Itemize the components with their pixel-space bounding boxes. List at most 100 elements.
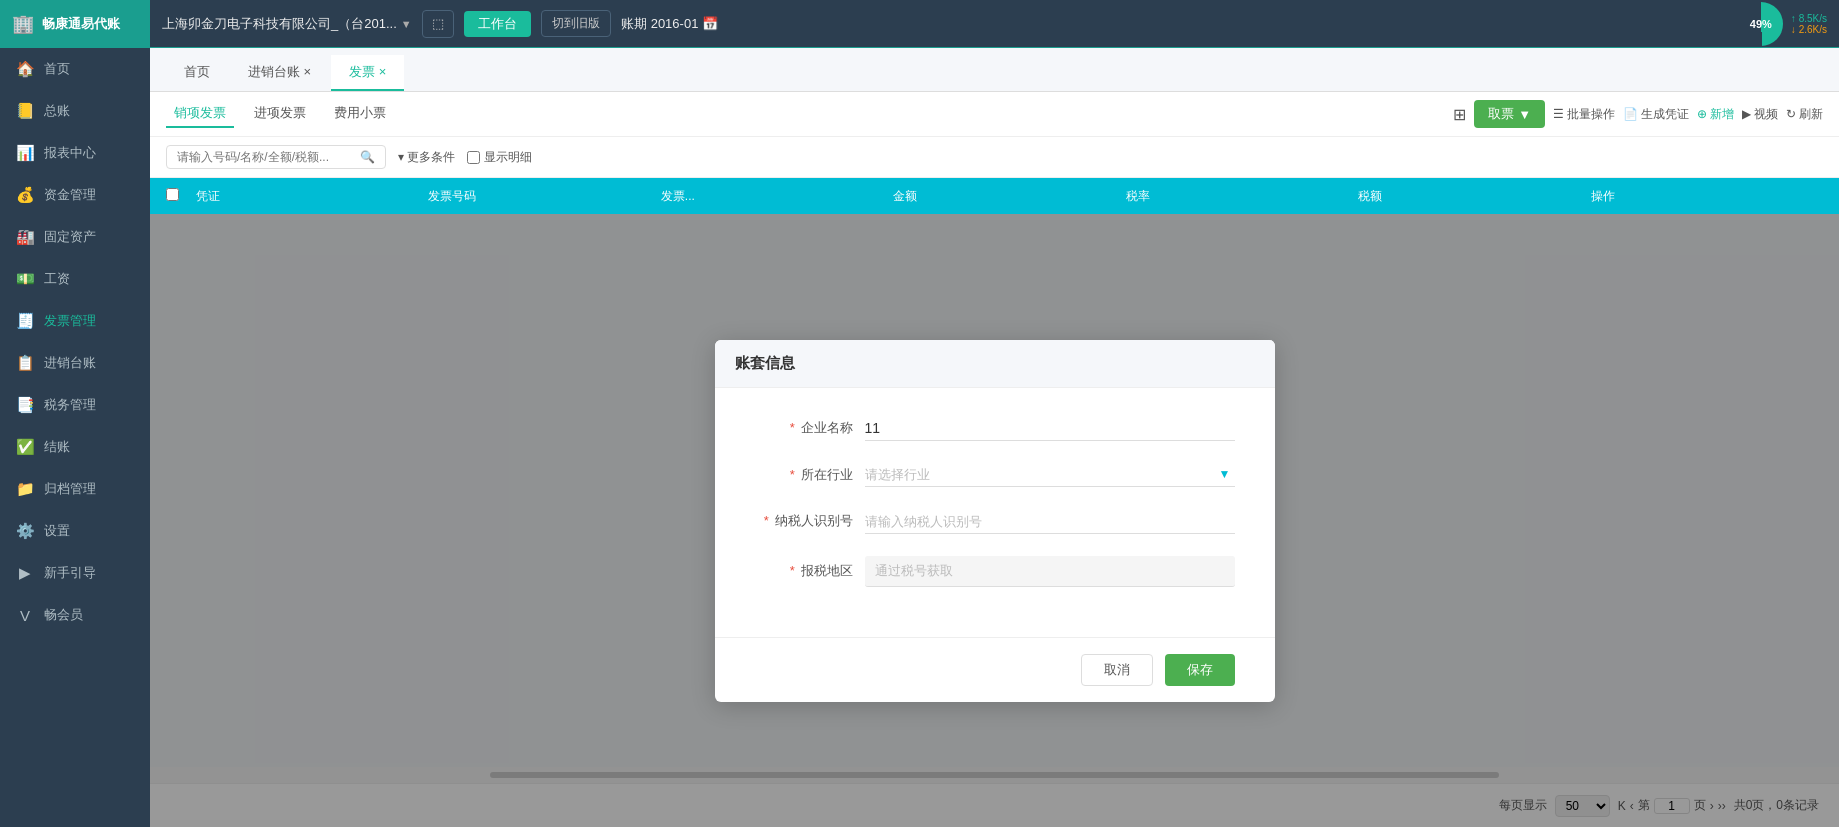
assets-icon: 🏭 (16, 228, 34, 246)
new-icon: ⊕ (1697, 107, 1707, 121)
video-icon: ▶ (1742, 107, 1751, 121)
batch-op-icon: ☰ (1553, 107, 1564, 121)
sidebar-item-label: 报表中心 (44, 144, 96, 162)
dialog-body: * 企业名称 * 所在行业 请选择行业 (715, 388, 1275, 637)
th-tax-rate: 税率 (1126, 188, 1358, 205)
sidebar-item-member[interactable]: V 畅会员 (0, 594, 150, 636)
speed-info: ↑ 8.5K/s ↓ 2.6K/s (1791, 13, 1827, 35)
sub-tab-expense-slip[interactable]: 费用小票 (326, 100, 394, 128)
app-name: 畅康通易代账 (42, 15, 120, 33)
th-invoice-detail: 发票... (661, 188, 893, 205)
main-content: 上海卯金刀电子科技有限公司_（台201... ▼ ⬚ 工作台 切到旧版 账期 2… (150, 0, 1839, 827)
sidebar-item-label: 归档管理 (44, 480, 96, 498)
cancel-button[interactable]: 取消 (1081, 654, 1153, 686)
search-icon[interactable]: 🔍 (360, 150, 375, 164)
company-name-label: * 企业名称 (755, 419, 865, 437)
sidebar-item-general-ledger[interactable]: 📒 总账 (0, 90, 150, 132)
sidebar-item-label: 工资 (44, 270, 70, 288)
salary-icon: 💵 (16, 270, 34, 288)
th-actions: 操作 (1591, 188, 1823, 205)
speed-percent: 49% (1750, 18, 1772, 30)
tax-id-input[interactable] (865, 509, 1235, 534)
copy-icon: ⬚ (432, 16, 444, 31)
dialog-footer: 取消 保存 (715, 637, 1275, 702)
sub-tab-sales-invoice[interactable]: 销项发票 (166, 100, 234, 128)
more-filters-button[interactable]: ▾ 更多条件 (398, 149, 455, 166)
tab-invoice[interactable]: 发票 × (331, 55, 404, 91)
sub-actions: ⊞ 取票 ▼ ☰ 批量操作 📄 生成凭证 ⊕ 新增 ▶ 视频 ↻ (1453, 100, 1823, 128)
company-name-row: * 企业名称 (755, 416, 1235, 441)
filter-row: 🔍 ▾ 更多条件 显示明细 (150, 137, 1839, 178)
sidebar-item-label: 结账 (44, 438, 70, 456)
sidebar-item-label: 发票管理 (44, 312, 96, 330)
dialog-title: 账套信息 (715, 340, 1275, 388)
sidebar-item-label: 总账 (44, 102, 70, 120)
sidebar-item-settlement[interactable]: ✅ 结账 (0, 426, 150, 468)
nav-tabs: 首页 进销台账 × 发票 × (150, 48, 1839, 92)
grid-view-icon[interactable]: ⊞ (1453, 105, 1466, 124)
select-all-checkbox[interactable] (166, 188, 179, 201)
copy-icon-btn[interactable]: ⬚ (422, 10, 454, 38)
th-voucher: 凭证 (196, 188, 428, 205)
sidebar-item-assets[interactable]: 🏭 固定资产 (0, 216, 150, 258)
sidebar-item-archive[interactable]: 📁 归档管理 (0, 468, 150, 510)
gen-voucher-button[interactable]: 📄 生成凭证 (1623, 106, 1689, 123)
sidebar-item-label: 固定资产 (44, 228, 96, 246)
refresh-button[interactable]: ↻ 刷新 (1786, 106, 1823, 123)
search-input[interactable] (177, 150, 354, 164)
calendar-icon[interactable]: 📅 (702, 16, 718, 31)
tab-home[interactable]: 首页 (166, 55, 228, 91)
sidebar-item-label: 设置 (44, 522, 70, 540)
home-icon: 🏠 (16, 60, 34, 78)
logo-icon: 🏢 (12, 13, 34, 35)
topbar: 上海卯金刀电子科技有限公司_（台201... ▼ ⬚ 工作台 切到旧版 账期 2… (150, 0, 1839, 48)
industry-select[interactable]: 请选择行业 (865, 463, 1235, 486)
sidebar-item-home[interactable]: 🏠 首页 (0, 48, 150, 90)
search-box[interactable]: 🔍 (166, 145, 386, 169)
sidebar-item-guide[interactable]: ▶ 新手引导 (0, 552, 150, 594)
topbar-right: 49% ↑ 8.5K/s ↓ 2.6K/s (1739, 2, 1827, 46)
sub-tab-purchase-invoice[interactable]: 进项发票 (246, 100, 314, 128)
tax-icon: 📑 (16, 396, 34, 414)
sidebar-item-reports[interactable]: 📊 报表中心 (0, 132, 150, 174)
tab-sales-ledger[interactable]: 进销台账 × (230, 55, 329, 91)
industry-row: * 所在行业 请选择行业 ▼ (755, 463, 1235, 487)
table-header: 凭证 发票号码 发票... 金额 税率 税额 操作 (150, 178, 1839, 214)
account-info-dialog: 账套信息 * 企业名称 * 所在行业 (715, 340, 1275, 702)
old-version-button[interactable]: 切到旧版 (541, 10, 611, 37)
company-name-input[interactable] (865, 416, 1235, 441)
reports-icon: 📊 (16, 144, 34, 162)
batch-op-button[interactable]: ☰ 批量操作 (1553, 106, 1615, 123)
save-button[interactable]: 保存 (1165, 654, 1235, 686)
sidebar-item-label: 进销台账 (44, 354, 96, 372)
sidebar-item-label: 税务管理 (44, 396, 96, 414)
tax-id-label: * 纳税人识别号 (755, 512, 865, 530)
sidebar-item-tax[interactable]: 📑 税务管理 (0, 384, 150, 426)
sidebar-item-label: 新手引导 (44, 564, 96, 582)
ticket-dropdown-icon: ▼ (1518, 107, 1531, 122)
sidebar: 🏢 畅康通易代账 🏠 首页 📒 总账 📊 报表中心 💰 资金管理 🏭 固定资产 … (0, 0, 150, 827)
sidebar-item-label: 资金管理 (44, 186, 96, 204)
th-amount: 金额 (893, 188, 1125, 205)
guide-icon: ▶ (16, 564, 34, 582)
sidebar-item-sales-ledger[interactable]: 📋 进销台账 (0, 342, 150, 384)
th-tax-amount: 税额 (1358, 188, 1590, 205)
download-speed: ↓ 2.6K/s (1791, 24, 1827, 35)
member-icon: V (16, 607, 34, 624)
gen-voucher-icon: 📄 (1623, 107, 1638, 121)
sidebar-item-finance[interactable]: 💰 资金管理 (0, 174, 150, 216)
company-dropdown-arrow: ▼ (401, 18, 412, 30)
sidebar-item-salary[interactable]: 💵 工资 (0, 258, 150, 300)
new-button[interactable]: ⊕ 新增 (1697, 106, 1734, 123)
workbench-button[interactable]: 工作台 (464, 11, 531, 37)
show-detail-checkbox[interactable]: 显示明细 (467, 149, 532, 166)
sidebar-item-invoice[interactable]: 🧾 发票管理 (0, 300, 150, 342)
sales-ledger-icon: 📋 (16, 354, 34, 372)
ticket-button[interactable]: 取票 ▼ (1474, 100, 1545, 128)
company-selector[interactable]: 上海卯金刀电子科技有限公司_（台201... ▼ (162, 15, 412, 33)
company-name: 上海卯金刀电子科技有限公司_（台201... (162, 15, 397, 33)
sidebar-item-settings[interactable]: ⚙️ 设置 (0, 510, 150, 552)
show-detail-check[interactable] (467, 151, 480, 164)
speed-circle: 49% (1739, 2, 1783, 46)
video-button[interactable]: ▶ 视频 (1742, 106, 1778, 123)
